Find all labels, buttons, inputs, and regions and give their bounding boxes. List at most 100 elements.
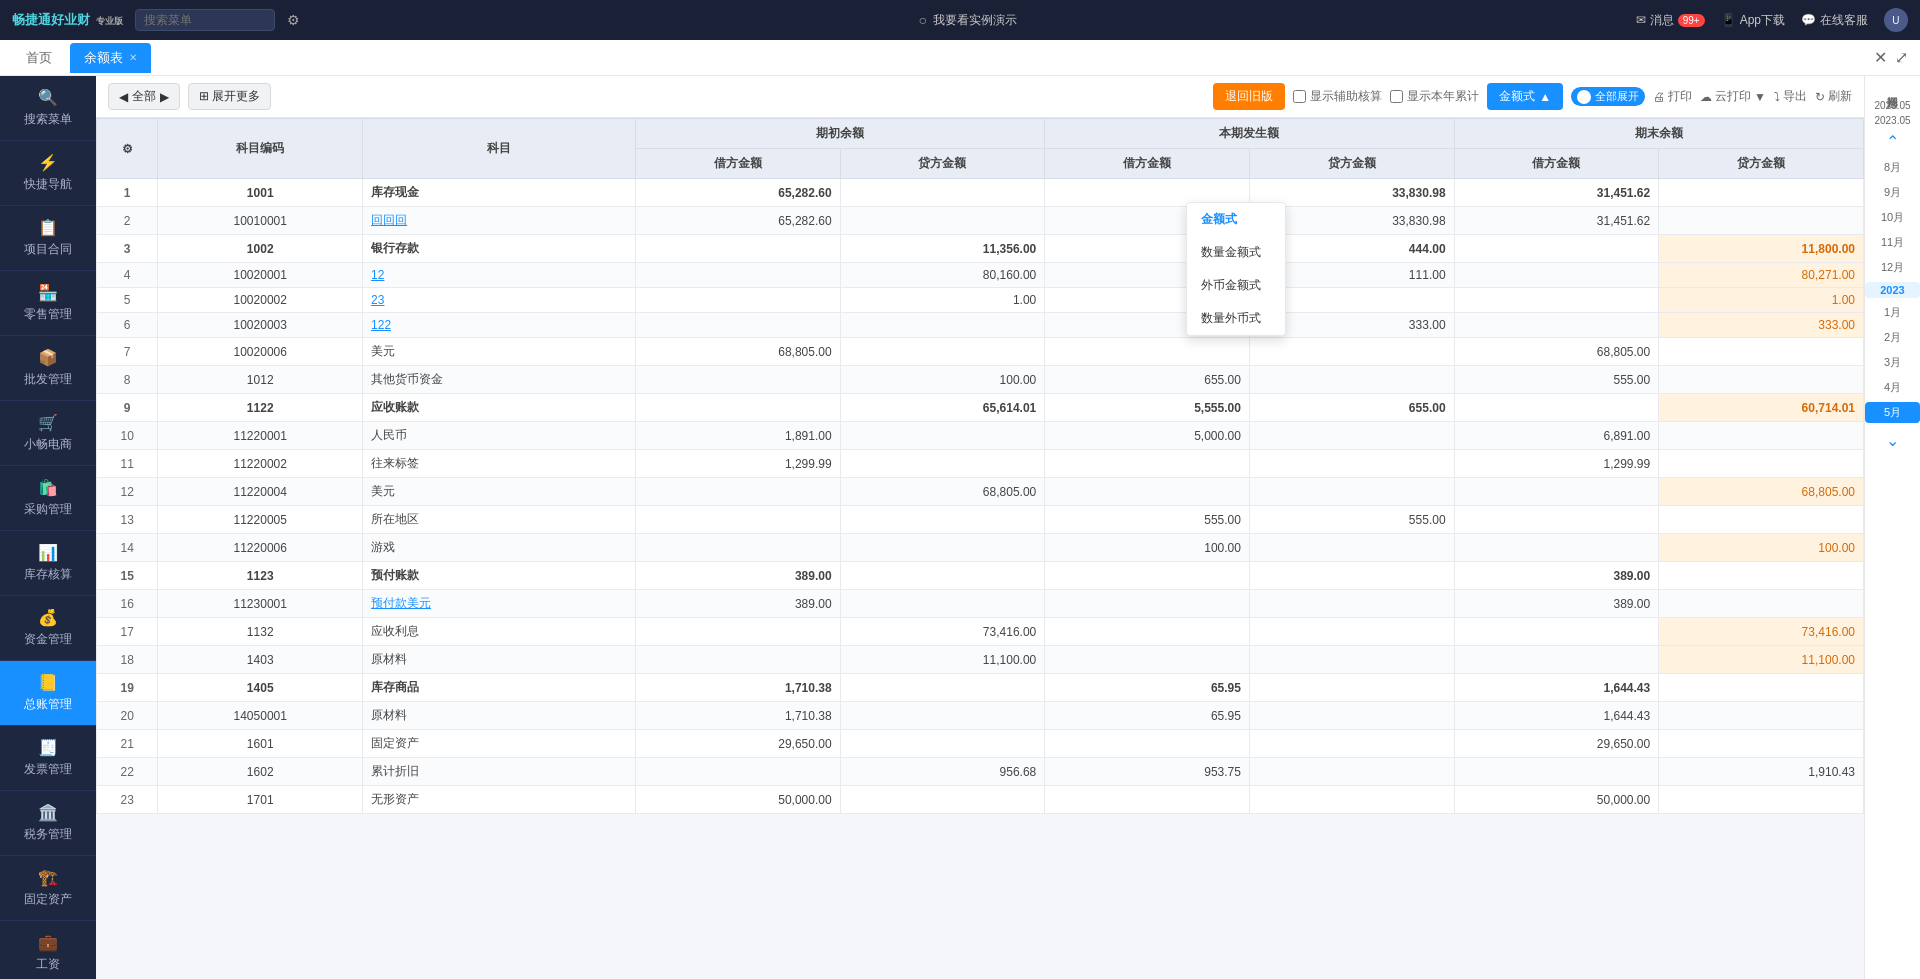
expand-more-btn[interactable]: ⊞ 展开更多 [188,83,271,110]
cloud-print-btn[interactable]: ☁ 云打印 ▼ [1700,88,1766,105]
month-8[interactable]: 8月 [1865,157,1920,178]
row-num: 9 [97,394,158,422]
row-init-debit [635,263,840,288]
row-init-credit: 11,100.00 [840,646,1045,674]
settings-col-header[interactable]: ⚙ [97,119,158,179]
row-cur-debit: 65.95 [1045,702,1250,730]
show-year-check[interactable]: 显示本年累计 [1390,88,1479,105]
row-subject: 固定资产 [363,730,636,758]
all-button[interactable]: ◀ 全部 ▶ [108,83,180,110]
tab-home[interactable]: 首页 [12,43,66,73]
export-icon: ⤵ [1774,90,1780,104]
row-init-credit [840,786,1045,814]
dropdown-item-amount[interactable]: 金额式 [1187,203,1285,236]
service-btn[interactable]: 💬 在线客服 [1801,12,1868,29]
month-2[interactable]: 2月 [1865,327,1920,348]
expand-all-toggle[interactable]: 全部展开 [1571,87,1645,106]
row-num: 4 [97,263,158,288]
tab-close-all-btn[interactable]: ✕ [1874,48,1887,67]
year-2023[interactable]: 2023 [1865,282,1920,298]
row-subject[interactable]: 预付款美元 [363,590,636,618]
sidebar-item-ecommerce[interactable]: 🛒 小畅电商 [0,401,96,466]
print-btn[interactable]: 🖨 打印 [1653,88,1692,105]
month-12[interactable]: 12月 [1865,257,1920,278]
sidebar-item-inventory[interactable]: 📊 库存核算 [0,531,96,596]
month-4[interactable]: 4月 [1865,377,1920,398]
row-cur-debit [1045,338,1250,366]
dropdown-item-qty-amount[interactable]: 数量金额式 [1187,236,1285,269]
period-down-nav[interactable]: ⌄ [1886,431,1899,450]
tab-balance-close[interactable]: ✕ [129,52,137,63]
settings-icon[interactable]: ⚙ [287,12,300,28]
sidebar-item-salary[interactable]: 💼 工资 [0,921,96,979]
row-end-debit [1454,235,1659,263]
code-col-header: 科目编码 [158,119,363,179]
download-btn[interactable]: 📱 App下载 [1721,12,1785,29]
refresh-btn[interactable]: ↻ 刷新 [1815,88,1852,105]
row-init-debit [635,366,840,394]
dropdown-item-qty-foreign[interactable]: 数量外币式 [1187,302,1285,335]
row-num: 18 [97,646,158,674]
month-9[interactable]: 9月 [1865,182,1920,203]
message-btn[interactable]: ✉ 消息 99+ [1636,12,1705,29]
row-code: 11230001 [158,590,363,618]
year-checkbox[interactable] [1390,90,1403,103]
row-cur-debit [1045,618,1250,646]
global-search-input[interactable] [135,9,275,31]
sidebar-item-search[interactable]: 🔍 搜索菜单 [0,76,96,141]
row-num: 3 [97,235,158,263]
message-count: 99+ [1678,14,1705,27]
row-subject: 预付账款 [363,562,636,590]
period-up-nav[interactable]: ⌃ [1886,132,1899,151]
back-old-version-btn[interactable]: 退回旧版 [1213,83,1285,110]
sidebar-item-invoice[interactable]: 🧾 发票管理 [0,726,96,791]
month-1[interactable]: 1月 [1865,302,1920,323]
sidebar-item-assets[interactable]: 🏗️ 固定资产 [0,856,96,921]
sidebar-item-nav[interactable]: ⚡ 快捷导航 [0,141,96,206]
sidebar-item-tax[interactable]: 🏛️ 税务管理 [0,791,96,856]
demo-link[interactable]: 我要看实例演示 [933,12,1017,29]
invoice-icon: 🧾 [38,738,58,757]
sidebar-item-project[interactable]: 📋 项目合同 [0,206,96,271]
row-end-debit [1454,263,1659,288]
sidebar-item-retail[interactable]: 🏪 零售管理 [0,271,96,336]
row-end-debit [1454,646,1659,674]
dropdown-item-foreign-amount[interactable]: 外币金额式 [1187,269,1285,302]
row-subject[interactable]: 12 [363,263,636,288]
row-num: 14 [97,534,158,562]
app-logo: 畅捷通好业财 专业版 [12,11,123,29]
sidebar-item-capital[interactable]: 💰 资金管理 [0,596,96,661]
row-cur-credit [1249,786,1454,814]
month-5[interactable]: 5月 [1865,402,1920,423]
tab-expand-btn[interactable]: ⤢ [1895,48,1908,67]
row-cur-debit [1045,590,1250,618]
show-assist-check[interactable]: 显示辅助核算 [1293,88,1382,105]
row-end-credit [1659,590,1864,618]
tab-balance[interactable]: 余额表 ✕ [70,43,151,73]
user-avatar[interactable]: U [1884,8,1908,32]
month-10[interactable]: 10月 [1865,207,1920,228]
row-code: 1602 [158,758,363,786]
init-balance-header: 期初余额 [635,119,1044,149]
export-btn[interactable]: ⤵ 导出 [1774,88,1807,105]
cloud-print-icon: ☁ [1700,90,1712,104]
row-cur-debit [1045,646,1250,674]
all-label: 全部 [132,88,156,105]
sidebar-item-wholesale[interactable]: 📦 批发管理 [0,336,96,401]
month-11[interactable]: 11月 [1865,232,1920,253]
end-debit-header: 借方金额 [1454,149,1659,179]
row-subject[interactable]: 23 [363,288,636,313]
sidebar-item-purchase[interactable]: 🛍️ 采购管理 [0,466,96,531]
sidebar-ledger-label: 总账管理 [24,696,72,713]
row-subject[interactable]: 122 [363,313,636,338]
row-subject: 所在地区 [363,506,636,534]
sidebar-inventory-label: 库存核算 [24,566,72,583]
row-code: 11220002 [158,450,363,478]
month-3[interactable]: 3月 [1865,352,1920,373]
amount-mode-btn[interactable]: 金额式 ▲ [1487,83,1563,110]
assist-checkbox[interactable] [1293,90,1306,103]
row-num: 20 [97,702,158,730]
row-cur-credit [1249,450,1454,478]
sidebar-item-ledger[interactable]: 📒 总账管理 [0,661,96,726]
row-subject[interactable]: 回回回 [363,207,636,235]
